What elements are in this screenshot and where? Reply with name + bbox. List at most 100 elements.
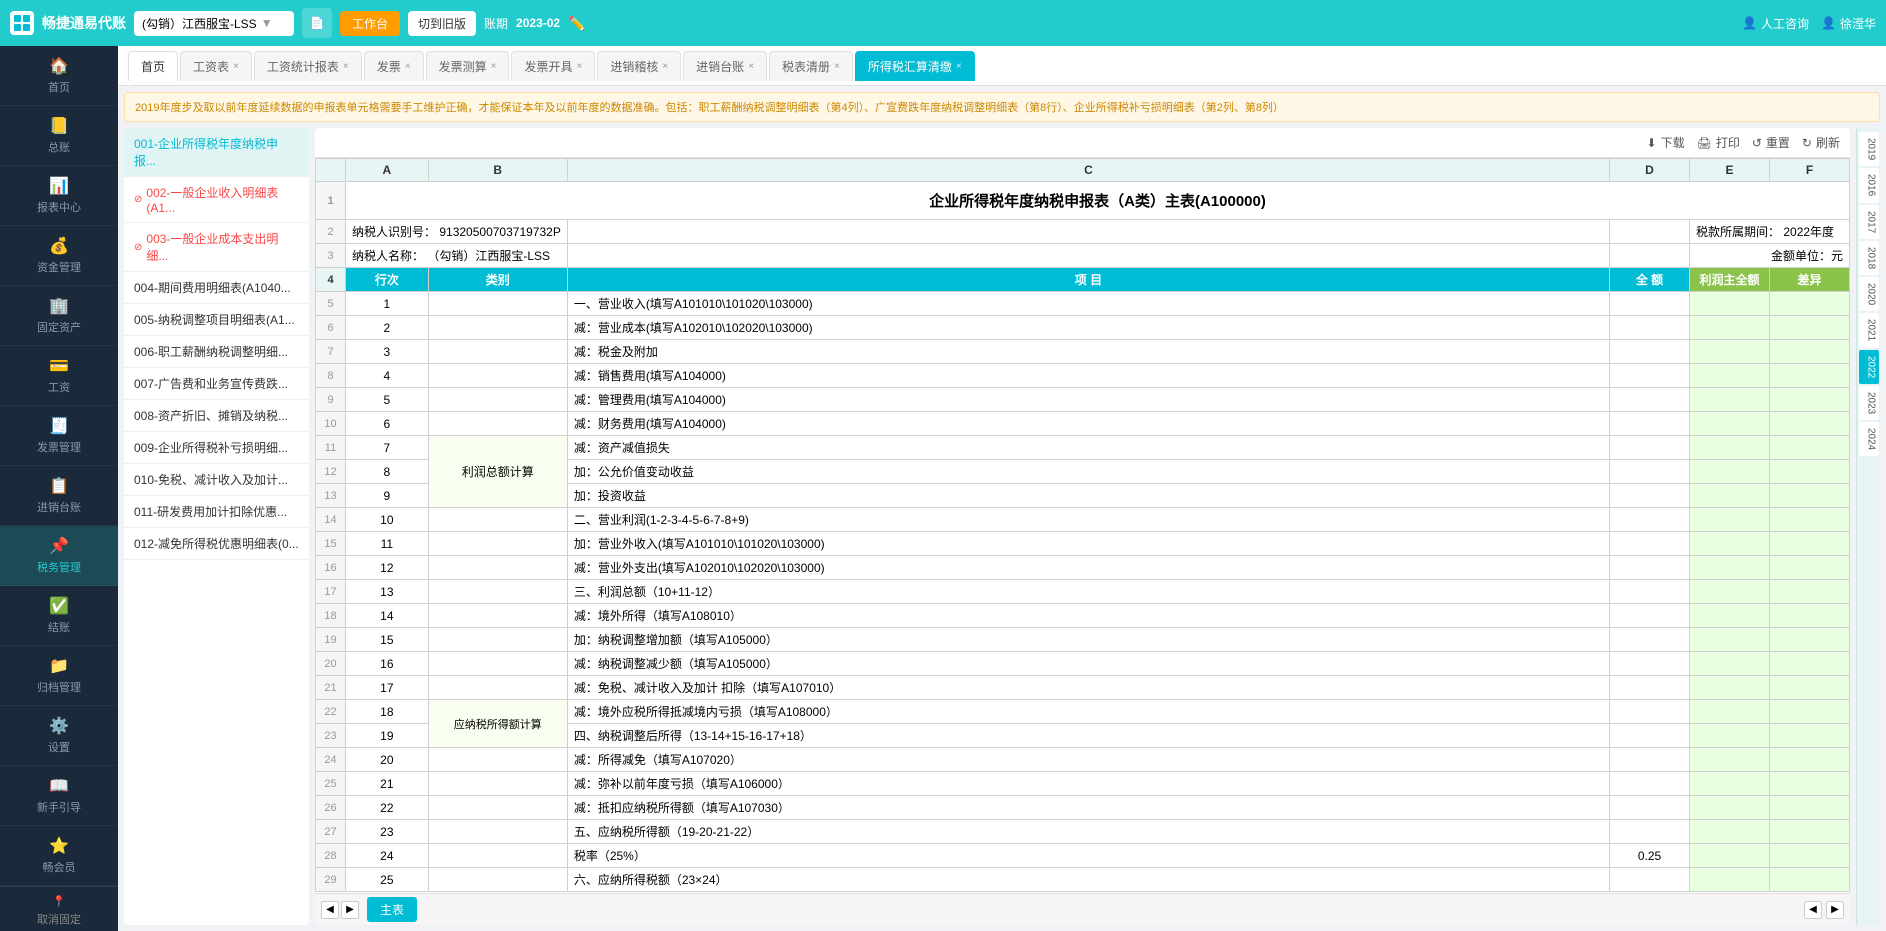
- sidebar-item-invoice[interactable]: 🧾 发票管理: [0, 406, 118, 466]
- tree-item-011[interactable]: 011-研发费用加计扣除优惠...: [124, 496, 309, 528]
- tree-item-012[interactable]: 012-减免所得税优惠明细表(0...: [124, 528, 309, 560]
- workbench-button[interactable]: 工作台: [340, 11, 400, 36]
- ai-consult-btn[interactable]: 👤 人工咨询: [1742, 15, 1809, 32]
- row-23-profit[interactable]: [1690, 724, 1770, 748]
- row-15-amount[interactable]: [1610, 532, 1690, 556]
- row-21-profit[interactable]: [1690, 676, 1770, 700]
- sidebar-item-sales[interactable]: 📋 进销台账: [0, 466, 118, 526]
- timeline-2023[interactable]: 2023: [1859, 386, 1879, 420]
- tab-invoice-open[interactable]: 发票开具 ×: [511, 51, 595, 81]
- row-18-amount[interactable]: [1610, 604, 1690, 628]
- row-23-amount[interactable]: [1610, 724, 1690, 748]
- sidebar-item-fixed[interactable]: 🏢 固定资产: [0, 286, 118, 346]
- timeline-2019[interactable]: 2019: [1859, 132, 1879, 166]
- row-24-amount[interactable]: [1610, 748, 1690, 772]
- tab-sales-ledger-close[interactable]: ×: [748, 61, 754, 72]
- row-29-profit[interactable]: [1690, 868, 1770, 892]
- tab-sales-ledger[interactable]: 进销台账 ×: [683, 51, 767, 81]
- scroll-left-btn[interactable]: ◀: [1804, 901, 1822, 919]
- sidebar-item-tax[interactable]: 📌 税务管理: [0, 526, 118, 586]
- row-16-amount[interactable]: [1610, 556, 1690, 580]
- row-14-amount[interactable]: [1610, 508, 1690, 532]
- sheet-nav-right[interactable]: ▶: [341, 901, 359, 919]
- cut-day-button[interactable]: 切到旧版: [408, 11, 476, 36]
- period-edit-icon[interactable]: ✏️: [568, 15, 585, 32]
- cancel-fixed-btn[interactable]: 📍 取消固定: [0, 887, 118, 931]
- row-11-profit[interactable]: [1690, 436, 1770, 460]
- tab-tax-clear[interactable]: 税表清册 ×: [769, 51, 853, 81]
- row-18-profit[interactable]: [1690, 604, 1770, 628]
- sheet-tab-main[interactable]: 主表: [367, 897, 417, 922]
- row-22-amount[interactable]: [1610, 700, 1690, 724]
- row-25-profit[interactable]: [1690, 772, 1770, 796]
- row-29-amount[interactable]: [1610, 868, 1690, 892]
- row-21-amount[interactable]: [1610, 676, 1690, 700]
- tab-salary-stats[interactable]: 工资统计报表 ×: [254, 51, 362, 81]
- tab-sales-verify[interactable]: 进销稽核 ×: [597, 51, 681, 81]
- timeline-2017[interactable]: 2017: [1859, 205, 1879, 239]
- row-26-profit[interactable]: [1690, 796, 1770, 820]
- row-26-amount[interactable]: [1610, 796, 1690, 820]
- row-27-amount[interactable]: [1610, 820, 1690, 844]
- row-28-profit[interactable]: [1690, 844, 1770, 868]
- tree-item-001[interactable]: 001-企业所得税年度纳税申报...: [124, 128, 309, 177]
- company-selector[interactable]: (勾销）江西服宝-LSS ▼: [134, 11, 294, 36]
- reset-button[interactable]: ↺ 重置: [1752, 134, 1790, 151]
- tree-item-006[interactable]: 006-职工薪酬纳税调整明细...: [124, 336, 309, 368]
- sidebar-item-archive[interactable]: 📁 归档管理: [0, 646, 118, 706]
- timeline-2024[interactable]: 2024: [1859, 422, 1879, 456]
- sidebar-item-home[interactable]: 🏠 首页: [0, 46, 118, 106]
- row-28-amount[interactable]: 0.25: [1610, 844, 1690, 868]
- row-10-amount[interactable]: [1610, 412, 1690, 436]
- row-15-profit[interactable]: [1690, 532, 1770, 556]
- doc-icon-btn[interactable]: 📄: [302, 8, 332, 38]
- sidebar-item-settings[interactable]: ⚙️ 设置: [0, 706, 118, 766]
- row-20-amount[interactable]: [1610, 652, 1690, 676]
- sheet-nav-left[interactable]: ◀: [321, 901, 339, 919]
- row-13-amount[interactable]: [1610, 484, 1690, 508]
- tab-salary-table-close[interactable]: ×: [233, 61, 239, 72]
- tree-item-007[interactable]: 007-广告费和业务宣传费跌...: [124, 368, 309, 400]
- sidebar-item-salary[interactable]: 💳 工资: [0, 346, 118, 406]
- tree-item-004[interactable]: 004-期间费用明细表(A1040...: [124, 272, 309, 304]
- row-9-amount[interactable]: [1610, 388, 1690, 412]
- row-12-profit[interactable]: [1690, 460, 1770, 484]
- timeline-2022[interactable]: 2022: [1859, 350, 1879, 384]
- tab-invoice-close[interactable]: ×: [405, 61, 411, 72]
- print-button[interactable]: 🖨 打印: [1697, 134, 1740, 151]
- row-10-profit[interactable]: [1690, 412, 1770, 436]
- row-6-amount[interactable]: [1610, 316, 1690, 340]
- tree-item-002[interactable]: ⊘ 002-一般企业收入明细表(A1...: [124, 177, 309, 223]
- tree-item-010[interactable]: 010-免税、减计收入及加计...: [124, 464, 309, 496]
- row-7-amount[interactable]: [1610, 340, 1690, 364]
- row-19-amount[interactable]: [1610, 628, 1690, 652]
- user-profile-btn[interactable]: 👤 徐滢华: [1821, 15, 1876, 32]
- sidebar-item-ledger[interactable]: 📒 总账: [0, 106, 118, 166]
- timeline-2018[interactable]: 2018: [1859, 241, 1879, 275]
- row-17-profit[interactable]: [1690, 580, 1770, 604]
- row-19-profit[interactable]: [1690, 628, 1770, 652]
- tree-item-003[interactable]: ⊘ 003-一般企业成本支出明细...: [124, 223, 309, 272]
- sidebar-item-member[interactable]: ⭐ 畅会员: [0, 826, 118, 886]
- row-7-profit[interactable]: [1690, 340, 1770, 364]
- tab-invoice-calc[interactable]: 发票测算 ×: [426, 51, 510, 81]
- row-17-amount[interactable]: [1610, 580, 1690, 604]
- tab-sales-verify-close[interactable]: ×: [662, 61, 668, 72]
- tab-invoice-open-close[interactable]: ×: [576, 61, 582, 72]
- row-12-amount[interactable]: [1610, 460, 1690, 484]
- tab-salary-stats-close[interactable]: ×: [343, 61, 349, 72]
- tree-item-008[interactable]: 008-资产折旧、摊销及纳税...: [124, 400, 309, 432]
- row-11-amount[interactable]: [1610, 436, 1690, 460]
- row-14-profit[interactable]: [1690, 508, 1770, 532]
- timeline-2020[interactable]: 2020: [1859, 277, 1879, 311]
- row-9-profit[interactable]: [1690, 388, 1770, 412]
- row-27-profit[interactable]: [1690, 820, 1770, 844]
- row-8-profit[interactable]: [1690, 364, 1770, 388]
- tab-salary-table[interactable]: 工资表 ×: [180, 51, 252, 81]
- tree-item-009[interactable]: 009-企业所得税补亏损明细...: [124, 432, 309, 464]
- row-5-amount[interactable]: [1610, 292, 1690, 316]
- row-22-profit[interactable]: [1690, 700, 1770, 724]
- row-16-profit[interactable]: [1690, 556, 1770, 580]
- row-5-profit[interactable]: [1690, 292, 1770, 316]
- row-13-profit[interactable]: [1690, 484, 1770, 508]
